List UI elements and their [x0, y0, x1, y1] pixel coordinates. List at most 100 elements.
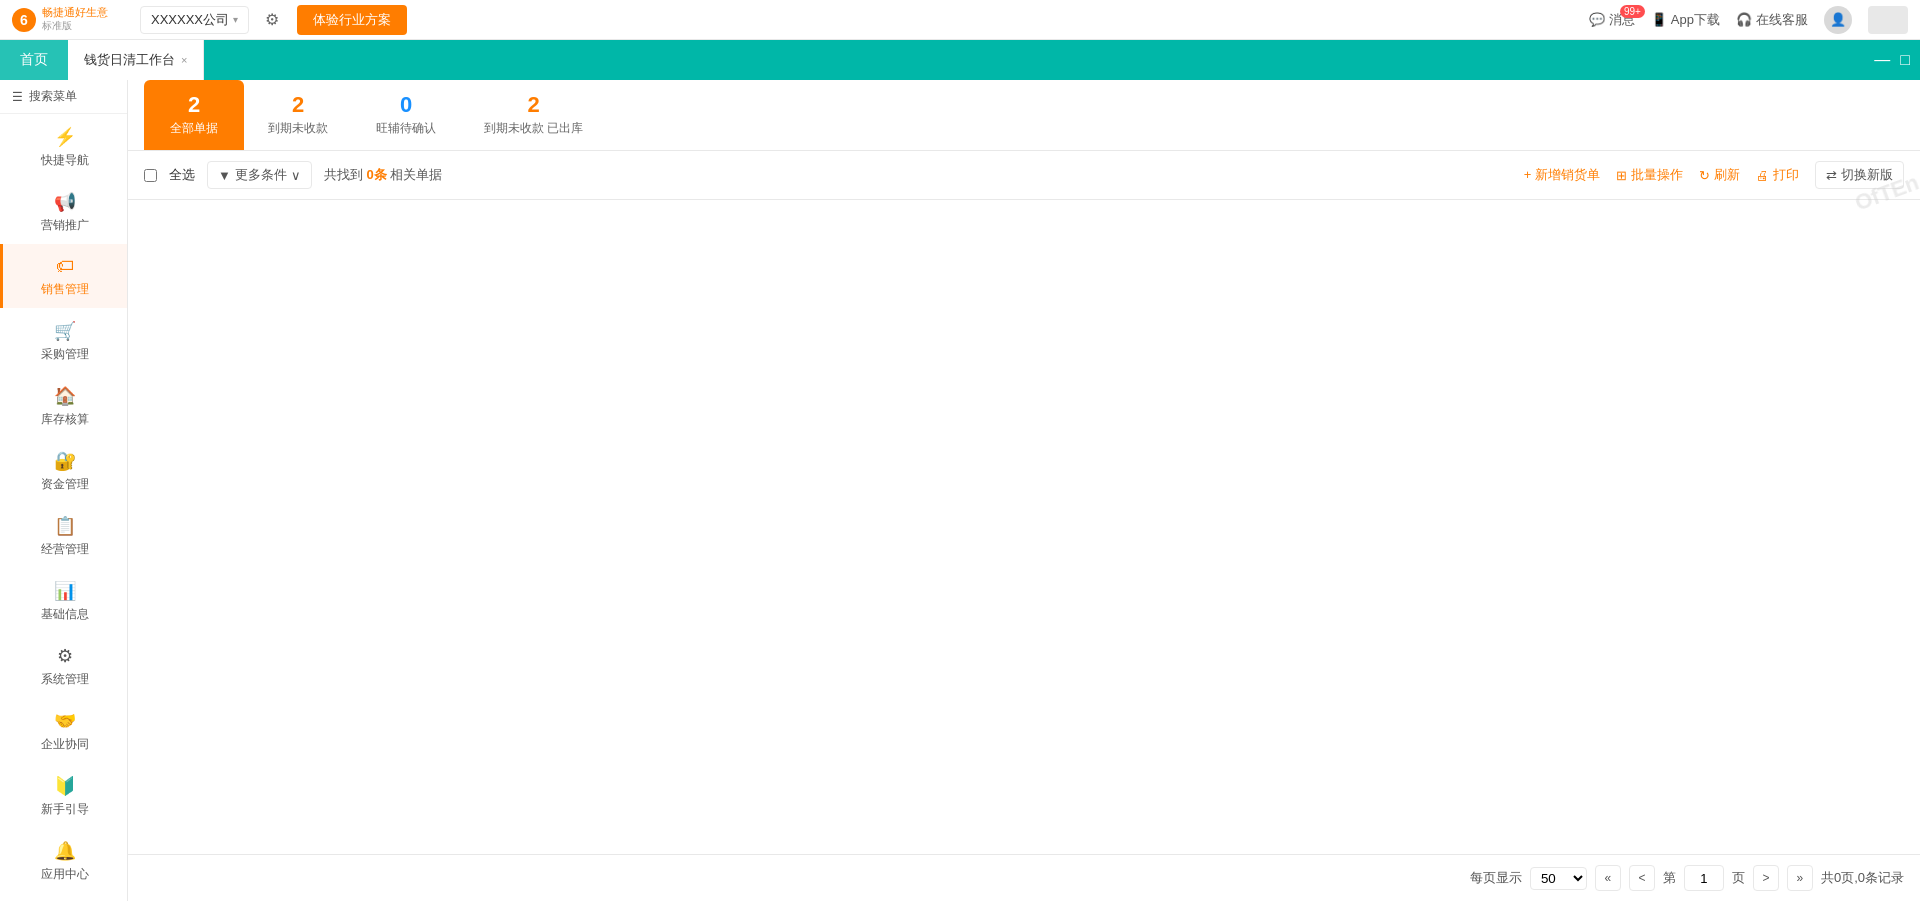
sidebar-item-finance[interactable]: 🔐 资金管理 [0, 438, 127, 503]
user-name-area[interactable] [1868, 6, 1908, 34]
app-center-icon: 🔔 [54, 840, 76, 862]
message-icon: 💬 [1589, 12, 1605, 27]
sidebar-item-guide[interactable]: 🔰 新手引导 [0, 763, 127, 828]
sidebar-label-quick-nav: 快捷导航 [41, 152, 89, 169]
add-sales-order-button[interactable]: + 新增销货单 [1524, 166, 1600, 184]
sidebar-item-system[interactable]: ⚙ 系统管理 [0, 633, 127, 698]
app-download-label: App下载 [1671, 11, 1720, 29]
chevron-down-icon: ∨ [291, 168, 301, 183]
sidebar-item-operations[interactable]: 📋 经营管理 [0, 503, 127, 568]
tab-bar: 首页 钱货日清工作台 × — □ [0, 40, 1920, 80]
prev-page-button[interactable]: < [1629, 865, 1655, 891]
stat-num-overdue-out: 2 [528, 92, 540, 118]
app-download-button[interactable]: 📱 App下载 [1651, 11, 1720, 29]
sidebar-label-guide: 新手引导 [41, 801, 89, 818]
stat-tab-overdue[interactable]: 2 到期未收款 [244, 80, 352, 150]
sidebar-item-sales[interactable]: 🏷 销售管理 [0, 244, 127, 308]
sidebar-label-finance: 资金管理 [41, 476, 89, 493]
page-size-select[interactable]: 50 20 100 [1530, 867, 1587, 890]
minimize-icon[interactable]: — [1874, 51, 1890, 69]
sidebar-item-enterprise[interactable]: 🤝 企业协同 [0, 698, 127, 763]
filter-icon: ▼ [218, 168, 231, 183]
filter-label: 更多条件 [235, 166, 287, 184]
settings-icon[interactable]: ⚙ [257, 5, 287, 35]
sidebar-item-purchase[interactable]: 🛒 采购管理 [0, 308, 127, 373]
stat-label-pending: 旺辅待确认 [376, 120, 436, 137]
stat-num-overdue: 2 [292, 92, 304, 118]
stat-num-pending: 0 [400, 92, 412, 118]
filter-button[interactable]: ▼ 更多条件 ∨ [207, 161, 312, 189]
batch-label: 批量操作 [1631, 166, 1683, 184]
main-layout: ☰ 搜索菜单 ⚡ 快捷导航 📢 营销推广 🏷 销售管理 🛒 采购管理 🏠 库存核… [0, 80, 1920, 901]
last-page-button[interactable]: » [1787, 865, 1813, 891]
basic-info-icon: 📊 [54, 580, 76, 602]
top-bar: 6 畅捷通好生意 标准版 XXXXXX公司 ▾ ⚙ 体验行业方案 💬 消息 99… [0, 0, 1920, 40]
user-icon: 👤 [1830, 12, 1846, 27]
sales-icon: 🏷 [56, 256, 74, 277]
refresh-label: 刷新 [1714, 166, 1740, 184]
sidebar-item-inventory[interactable]: 🏠 库存核算 [0, 373, 127, 438]
sidebar-item-wechat[interactable]: 💬 企业微信 [0, 893, 127, 901]
print-icon: 🖨 [1756, 168, 1769, 183]
purchase-icon: 🛒 [54, 320, 76, 342]
sidebar-item-marketing[interactable]: 📢 营销推广 [0, 179, 127, 244]
select-all-label: 全选 [169, 166, 195, 184]
last-page-icon: » [1797, 871, 1804, 885]
company-name: XXXXXX公司 [151, 11, 229, 29]
message-badge: 99+ [1620, 5, 1645, 18]
switch-new-version-button[interactable]: ⇄ 切换新版 [1815, 161, 1904, 189]
stats-tabs: 2 全部单据 2 到期未收款 0 旺辅待确认 2 到期未收款 已出库 [128, 80, 1920, 151]
online-service-label: 在线客服 [1756, 11, 1808, 29]
search-icon: ☰ [12, 90, 23, 104]
sidebar-label-operations: 经营管理 [41, 541, 89, 558]
chevron-down-icon: ▾ [233, 14, 238, 25]
switch-icon: ⇄ [1826, 168, 1837, 183]
close-icon[interactable]: × [181, 54, 187, 66]
logo-icon: 6 [12, 8, 36, 32]
next-page-icon: > [1762, 871, 1769, 885]
first-page-icon: « [1605, 871, 1612, 885]
found-text: 共找到 0条 相关单据 [324, 166, 442, 184]
toolbar: 全选 ▼ 更多条件 ∨ 共找到 0条 相关单据 + 新增销货单 ⊞ 批量操作 [128, 151, 1920, 200]
switch-label: 切换新版 [1841, 166, 1893, 184]
found-prefix: 共找到 [324, 167, 363, 182]
avatar[interactable]: 👤 [1824, 6, 1852, 34]
print-label: 打印 [1773, 166, 1799, 184]
stat-tab-overdue-out[interactable]: 2 到期未收款 已出库 [460, 80, 607, 150]
prev-page-icon: < [1638, 871, 1645, 885]
batch-operation-button[interactable]: ⊞ 批量操作 [1616, 166, 1683, 184]
trial-button[interactable]: 体验行业方案 [297, 5, 407, 35]
marketing-icon: 📢 [54, 191, 76, 213]
refresh-icon: ↻ [1699, 168, 1710, 183]
batch-icon: ⊞ [1616, 168, 1627, 183]
system-icon: ⚙ [57, 645, 73, 667]
tab-label: 钱货日清工作台 [84, 51, 175, 69]
stat-tab-pending[interactable]: 0 旺辅待确认 [352, 80, 460, 150]
print-button[interactable]: 🖨 打印 [1756, 166, 1799, 184]
select-all-checkbox[interactable] [144, 169, 157, 182]
app-name: 畅捷通好生意 [42, 6, 108, 19]
search-menu-label: 搜索菜单 [29, 88, 77, 105]
next-page-button[interactable]: > [1753, 865, 1779, 891]
tab-work-bench[interactable]: 钱货日清工作台 × [68, 40, 204, 80]
online-service-button[interactable]: 🎧 在线客服 [1736, 11, 1808, 29]
tab-home[interactable]: 首页 [0, 40, 68, 80]
search-menu[interactable]: ☰ 搜索菜单 [0, 80, 127, 114]
company-selector[interactable]: XXXXXX公司 ▾ [140, 6, 249, 34]
message-button[interactable]: 💬 消息 99+ [1589, 11, 1635, 29]
main-content: 2 全部单据 2 到期未收款 0 旺辅待确认 2 到期未收款 已出库 全选 [128, 80, 1920, 901]
sidebar-label-system: 系统管理 [41, 671, 89, 688]
download-icon: 📱 [1651, 12, 1667, 27]
stat-tab-all[interactable]: 2 全部单据 [144, 80, 244, 150]
sidebar-label-sales: 销售管理 [41, 281, 89, 298]
sidebar-item-app-center[interactable]: 🔔 应用中心 [0, 828, 127, 893]
page-number-input[interactable] [1684, 865, 1724, 891]
sidebar-item-quick-nav[interactable]: ⚡ 快捷导航 [0, 114, 127, 179]
maximize-icon[interactable]: □ [1900, 51, 1910, 69]
refresh-button[interactable]: ↻ 刷新 [1699, 166, 1740, 184]
app-tag: 标准版 [42, 19, 108, 33]
first-page-button[interactable]: « [1595, 865, 1621, 891]
stat-label-overdue: 到期未收款 [268, 120, 328, 137]
sidebar-item-basic-info[interactable]: 📊 基础信息 [0, 568, 127, 633]
guide-icon: 🔰 [54, 775, 76, 797]
